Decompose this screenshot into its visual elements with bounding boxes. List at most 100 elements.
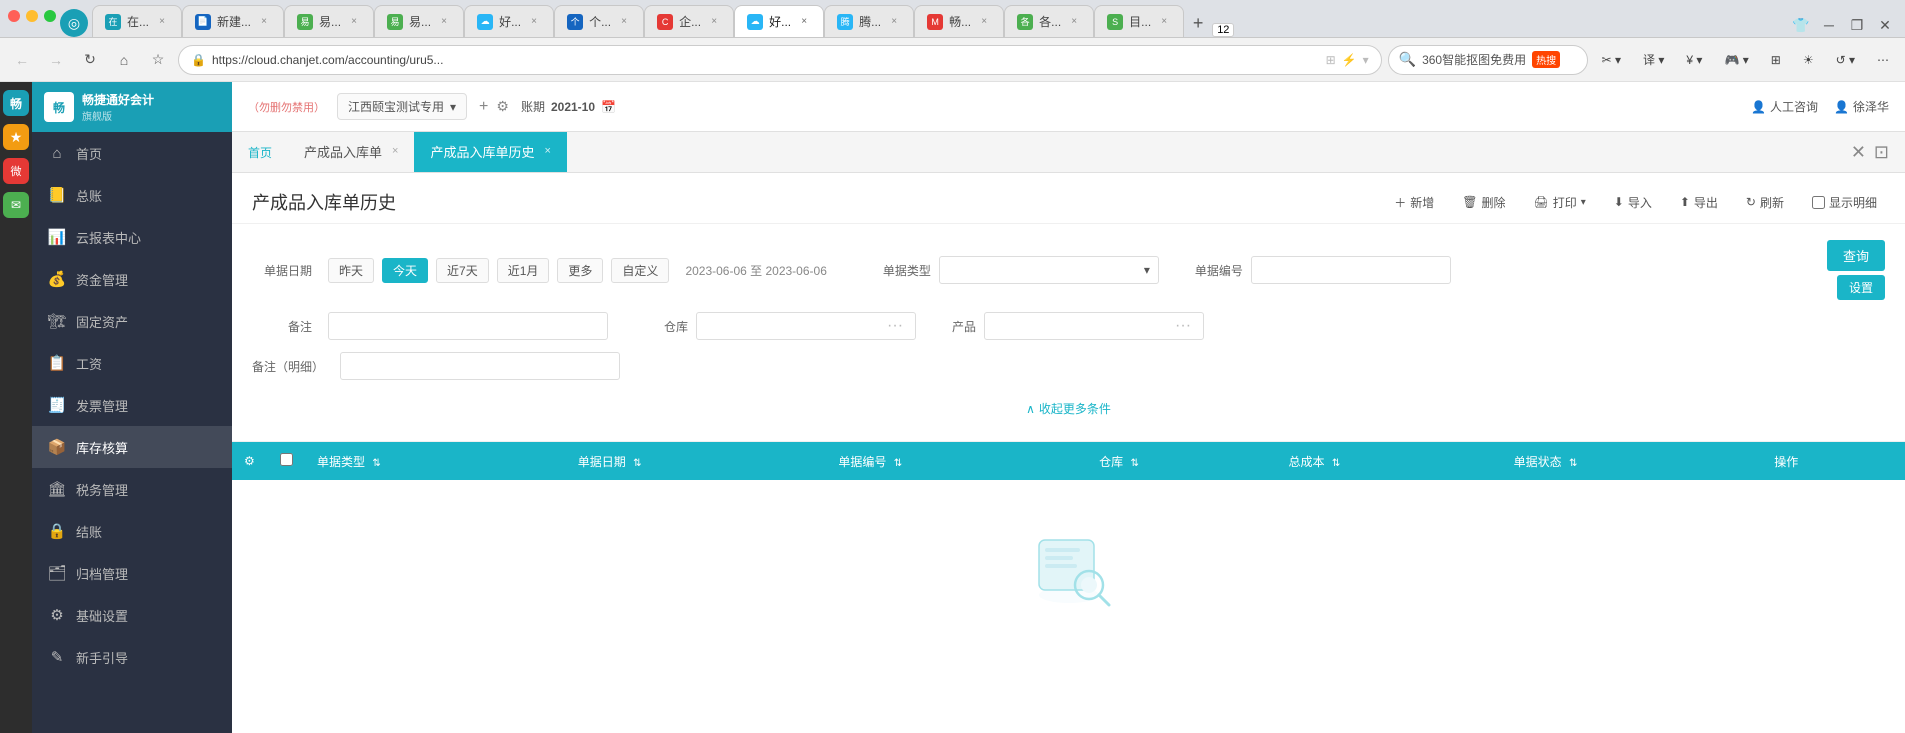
tab-6-close[interactable]: × bbox=[617, 15, 631, 29]
tab-11[interactable]: 各 各... × bbox=[1004, 5, 1094, 37]
search-bar[interactable]: 🔍 360智能抠图免费用 热搜 bbox=[1388, 45, 1588, 75]
undo-btn[interactable]: ↺ ▾ bbox=[1828, 46, 1863, 74]
favorite-btn[interactable]: ☆ bbox=[144, 46, 172, 74]
app-icon-star[interactable]: ★ bbox=[3, 124, 29, 150]
sun-btn[interactable]: ☀ bbox=[1795, 46, 1822, 74]
sidebar-item-report[interactable]: 📊 云报表中心 bbox=[32, 216, 232, 258]
tab-9[interactable]: 腾 腾... × bbox=[824, 5, 914, 37]
refresh-btn[interactable]: ↻ bbox=[76, 46, 104, 74]
date-btn-today[interactable]: 今天 bbox=[382, 258, 428, 283]
select-all-checkbox[interactable] bbox=[280, 453, 293, 466]
calendar-icon[interactable]: 📅 bbox=[601, 100, 616, 114]
app-icon-weibo[interactable]: 微 bbox=[3, 158, 29, 184]
tab-7-close[interactable]: × bbox=[707, 15, 721, 29]
window-maximize-btn[interactable] bbox=[44, 10, 56, 22]
window-minimize-btn[interactable] bbox=[26, 10, 38, 22]
import-btn[interactable]: ⬇ 导入 bbox=[1606, 190, 1660, 215]
add-btn[interactable]: ＋ 新增 bbox=[1386, 190, 1442, 215]
user-avatar[interactable]: 👤 徐泽华 bbox=[1834, 98, 1889, 115]
tab-3[interactable]: 易 易... × bbox=[284, 5, 374, 37]
back-btn[interactable]: ← bbox=[8, 46, 36, 74]
print-btn[interactable]: 🖨 打印 ▾ bbox=[1525, 190, 1593, 215]
tab-6[interactable]: 个 个... × bbox=[554, 5, 644, 37]
sidebar-item-invoice[interactable]: 🧾 发票管理 bbox=[32, 384, 232, 426]
sidebar-item-fixed[interactable]: 🏗 固定资产 bbox=[32, 300, 232, 342]
sidebar-item-ledger[interactable]: 📒 总账 bbox=[32, 174, 232, 216]
tab-4-close[interactable]: × bbox=[437, 15, 451, 29]
col-warehouse[interactable]: 仓库 ⇅ bbox=[1087, 442, 1276, 480]
tab-8[interactable]: ☁ 好... × bbox=[734, 5, 824, 37]
query-btn[interactable]: 查询 bbox=[1827, 240, 1885, 271]
sidebar-item-home[interactable]: ⌂ 首页 bbox=[32, 132, 232, 174]
sidebar-item-archive[interactable]: 🗂 归档管理 bbox=[32, 552, 232, 594]
warehouse-dots-icon[interactable]: ··· bbox=[883, 317, 907, 335]
address-dropdown-icon[interactable]: ▾ bbox=[1363, 53, 1369, 67]
sidebar-item-newentry[interactable]: ✎ 新手引导 bbox=[32, 636, 232, 678]
warehouse-select[interactable]: ··· bbox=[696, 312, 916, 340]
tab-4[interactable]: 易 易... × bbox=[374, 5, 464, 37]
tab-10-close[interactable]: × bbox=[977, 15, 991, 29]
tab-8-close[interactable]: × bbox=[797, 15, 811, 29]
col-settings[interactable]: ⚙ bbox=[232, 442, 268, 480]
doc-type-select[interactable]: ▾ bbox=[939, 256, 1159, 284]
tab-3-close[interactable]: × bbox=[347, 15, 361, 29]
new-tab-btn[interactable]: + bbox=[1184, 9, 1212, 37]
date-btn-last7[interactable]: 近7天 bbox=[436, 258, 489, 283]
panel-expand-btn[interactable]: ⊡ bbox=[1874, 142, 1889, 163]
settings-btn[interactable]: 设置 bbox=[1837, 275, 1885, 300]
scissors-btn[interactable]: ✂ ▾ bbox=[1594, 46, 1629, 74]
tab-1-close[interactable]: × bbox=[155, 15, 169, 29]
sidebar-item-inventory[interactable]: 📦 库存核算 bbox=[32, 426, 232, 468]
tab-11-close[interactable]: × bbox=[1067, 15, 1081, 29]
browser-close-btn[interactable]: ✕ bbox=[1873, 13, 1897, 37]
panel-close-btn[interactable]: ✕ bbox=[1851, 142, 1866, 163]
shirt-icon[interactable]: 👕 bbox=[1789, 13, 1813, 37]
page-tab-inventory-history[interactable]: 产成品入库单历史 × bbox=[414, 132, 566, 172]
date-btn-custom[interactable]: 自定义 bbox=[611, 258, 669, 283]
date-btn-yesterday[interactable]: 昨天 bbox=[328, 258, 374, 283]
remarks-detail-input[interactable] bbox=[340, 352, 620, 380]
product-dots-icon[interactable]: ··· bbox=[1171, 317, 1195, 335]
col-doc-number[interactable]: 单据编号 ⇅ bbox=[826, 442, 1087, 480]
restore-btn[interactable]: ❐ bbox=[1845, 13, 1869, 37]
add-company-btn[interactable]: + bbox=[479, 98, 488, 116]
tab-7[interactable]: C 企... × bbox=[644, 5, 734, 37]
tab-5-close[interactable]: × bbox=[527, 15, 541, 29]
breadcrumb-home[interactable]: 首页 bbox=[248, 144, 272, 161]
tab-10[interactable]: M 畅... × bbox=[914, 5, 1004, 37]
col-checkbox[interactable] bbox=[268, 442, 305, 480]
game-btn[interactable]: 🎮 ▾ bbox=[1716, 46, 1756, 74]
remarks-input[interactable] bbox=[328, 312, 608, 340]
address-menu-icon[interactable]: ⊞ bbox=[1326, 53, 1336, 67]
tab-12[interactable]: S 目... × bbox=[1094, 5, 1184, 37]
tab-9-close[interactable]: × bbox=[887, 15, 901, 29]
customer-service-btn[interactable]: 👤 人工咨询 bbox=[1751, 98, 1818, 115]
address-lightning-icon[interactable]: ⚡ bbox=[1342, 53, 1357, 67]
translate-btn[interactable]: 译 ▾ bbox=[1635, 46, 1672, 74]
col-total-cost[interactable]: 总成本 ⇅ bbox=[1277, 442, 1502, 480]
col-doc-status[interactable]: 单据状态 ⇅ bbox=[1502, 442, 1763, 480]
tab-2-close[interactable]: × bbox=[257, 15, 271, 29]
sidebar-item-payroll[interactable]: 📋 工资 bbox=[32, 342, 232, 384]
display-checkbox[interactable] bbox=[1812, 196, 1825, 209]
date-btn-last-month[interactable]: 近1月 bbox=[497, 258, 550, 283]
page-tab-inventory-list[interactable]: 产成品入库单 × bbox=[288, 132, 414, 172]
window-close-btn[interactable] bbox=[8, 10, 20, 22]
page-tab-inventory-history-close[interactable]: × bbox=[544, 145, 550, 157]
company-selector[interactable]: 江西颐宝测试专用 ▾ bbox=[337, 93, 467, 120]
page-tab-inventory-list-close[interactable]: × bbox=[392, 145, 398, 157]
home-btn[interactable]: ⌂ bbox=[110, 46, 138, 74]
export-btn[interactable]: ⬆ 导出 bbox=[1672, 190, 1726, 215]
product-select[interactable]: ··· bbox=[984, 312, 1204, 340]
tab-1[interactable]: 在 在... × bbox=[92, 5, 182, 37]
sidebar-item-closing[interactable]: 🔒 结账 bbox=[32, 510, 232, 552]
yen-btn[interactable]: ¥ ▾ bbox=[1678, 46, 1710, 74]
tab-2[interactable]: 📄 新建... × bbox=[182, 5, 284, 37]
minimize-btn[interactable]: ─ bbox=[1817, 13, 1841, 37]
refresh-action-btn[interactable]: ↻ 刷新 bbox=[1738, 190, 1792, 215]
col-doc-type[interactable]: 单据类型 ⇅ bbox=[305, 442, 566, 480]
toolbar-more-btn[interactable]: ⋯ bbox=[1869, 46, 1897, 74]
grid-btn[interactable]: ⊞ bbox=[1763, 46, 1789, 74]
tab-12-close[interactable]: × bbox=[1157, 15, 1171, 29]
collapse-bar[interactable]: ∧ 收起更多条件 bbox=[252, 392, 1885, 425]
